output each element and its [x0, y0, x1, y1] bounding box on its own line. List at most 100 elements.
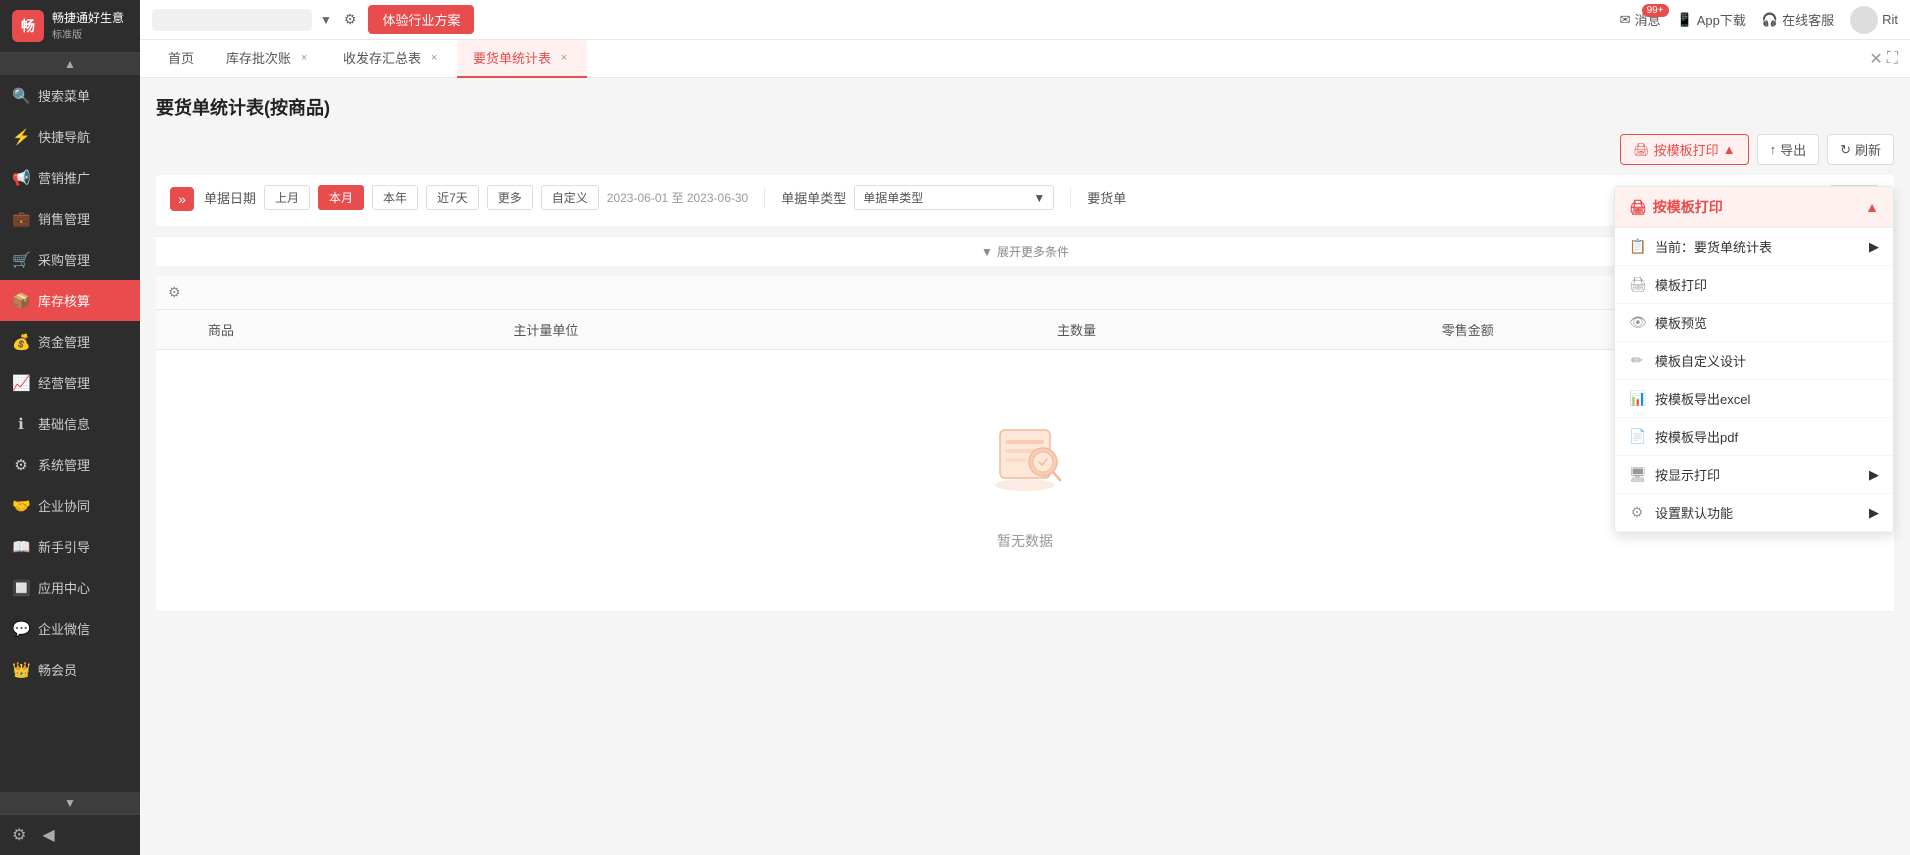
this-month-btn[interactable]: 本月: [318, 185, 364, 210]
sidebar-item-营销推广[interactable]: 📢营销推广: [0, 157, 140, 198]
sidebar-icon-8: ℹ: [12, 415, 30, 433]
collapse-icon[interactable]: ◀: [42, 825, 54, 845]
sidebar-item-企业协同[interactable]: 🤝企业协同: [0, 485, 140, 526]
col-checkbox: [156, 310, 196, 350]
tab-库存批次账[interactable]: 库存批次账×: [210, 40, 327, 78]
trial-button[interactable]: 体验行业方案: [368, 5, 474, 34]
current-arrow-icon: ▶: [1869, 239, 1879, 255]
sidebar-label-13: 企业微信: [38, 619, 90, 638]
type-filter-label: 单据单类型: [781, 188, 846, 207]
dropdown-current-item[interactable]: 📋 当前：要货单统计表 ▶: [1615, 228, 1893, 266]
sidebar-icon-5: 📦: [12, 292, 30, 310]
type-select-value: 单据单类型: [863, 189, 923, 206]
app-download-item[interactable]: 📱 App下载: [1677, 10, 1746, 29]
export-label: 导出: [1780, 140, 1806, 159]
expand-tabs-icon[interactable]: ⛶: [1887, 50, 1898, 68]
sidebar-label-4: 采购管理: [38, 250, 90, 269]
template-design-item[interactable]: ✏ 模板自定义设计: [1615, 342, 1893, 380]
refresh-button[interactable]: ↻ 刷新: [1827, 134, 1894, 165]
app-download-icon: 📱: [1677, 12, 1693, 28]
user-avatar[interactable]: Rit: [1850, 6, 1898, 34]
type-select[interactable]: 单据单类型 ▼: [854, 185, 1054, 210]
app-download-label: App下载: [1697, 10, 1746, 29]
dropdown-close-icon[interactable]: ▲: [1865, 199, 1879, 215]
sidebar-icon-2: 📢: [12, 169, 30, 187]
dropdown-title-left: 🖨 按模板打印: [1629, 197, 1723, 217]
tab-要货单统计表[interactable]: 要货单统计表 ×: [457, 40, 587, 78]
sidebar-label-9: 系统管理: [38, 455, 90, 474]
dropdown-header: 🖨 按模板打印 ▲: [1615, 187, 1893, 228]
display-print-icon: 🖥: [1629, 466, 1645, 483]
template-preview-item[interactable]: 👁 模板预览: [1615, 304, 1893, 342]
col-goods: 商品: [196, 310, 501, 350]
sidebar-label-6: 资金管理: [38, 332, 90, 351]
template-design-icon: ✏: [1629, 352, 1645, 369]
export-button[interactable]: ↑ 导出: [1757, 134, 1820, 165]
sidebar-item-资金管理[interactable]: 💰资金管理: [0, 321, 140, 362]
close-all-tabs-icon[interactable]: ✕: [1869, 49, 1882, 69]
scroll-up-btn[interactable]: ▲: [0, 53, 140, 75]
search-input[interactable]: [152, 9, 312, 31]
sidebar-item-库存核算[interactable]: 📦库存核算: [0, 280, 140, 321]
sidebar-icon-9: ⚙: [12, 456, 30, 474]
custom-date-btn[interactable]: 自定义: [541, 185, 599, 210]
last-7days-btn[interactable]: 近7天: [426, 185, 479, 210]
sidebar-icon-11: 📖: [12, 538, 30, 556]
sidebar-label-7: 经营管理: [38, 373, 90, 392]
sidebar-label-10: 企业协同: [38, 496, 90, 515]
sidebar-icon-1: ⚡: [12, 128, 30, 146]
export-pdf-item[interactable]: 📄 按模板导出pdf: [1615, 418, 1893, 456]
tab-close-2[interactable]: ×: [427, 51, 441, 65]
settings-icon[interactable]: ⚙: [12, 825, 26, 845]
empty-text: 暂无数据: [997, 531, 1053, 551]
more-date-btn[interactable]: 更多: [487, 185, 533, 210]
tab-收发存汇总表[interactable]: 收发存汇总表×: [327, 40, 457, 78]
sidebar-item-销售管理[interactable]: 💼销售管理: [0, 198, 140, 239]
sidebar-label-0: 搜索菜单: [38, 86, 90, 105]
current-template-label: 当前：要货单统计表: [1655, 237, 1772, 256]
sidebar-bottom: ⚙ ◀: [0, 814, 140, 855]
last-month-btn[interactable]: 上月: [264, 185, 310, 210]
table-settings-icon[interactable]: ⚙: [168, 284, 181, 301]
display-print-section[interactable]: 🖥 按显示打印 ▶: [1615, 456, 1893, 494]
dropdown-header-right: ▲: [1865, 199, 1879, 215]
tab-close-1[interactable]: ×: [297, 51, 311, 65]
scroll-down-btn[interactable]: ▼: [0, 792, 140, 814]
sidebar-item-搜索菜单[interactable]: 🔍搜索菜单: [0, 75, 140, 116]
topbar-gear-icon[interactable]: ⚙: [344, 11, 357, 28]
print-label: 按模板打印: [1654, 140, 1719, 159]
tab-首页[interactable]: 首页: [152, 40, 210, 78]
tab-close-3[interactable]: ×: [557, 51, 571, 65]
logo-text-block: 畅捷通好生意 标准版: [52, 11, 124, 42]
template-print-label: 模板打印: [1655, 275, 1707, 294]
display-print-left: 🖥 按显示打印: [1629, 465, 1720, 484]
sidebar-item-快捷导航[interactable]: ⚡快捷导航: [0, 116, 140, 157]
template-print-item[interactable]: 🖨 模板打印: [1615, 266, 1893, 304]
sidebar-item-经营管理[interactable]: 📈经营管理: [0, 362, 140, 403]
logo-icon: 畅: [12, 10, 44, 42]
sidebar-label-14: 畅会员: [38, 660, 77, 679]
default-setting-left: ⚙ 设置默认功能: [1629, 503, 1733, 522]
topbar-dropdown-icon[interactable]: ▼: [320, 13, 332, 27]
sidebar-label-8: 基础信息: [38, 414, 90, 433]
sidebar-item-新手引导[interactable]: 📖新手引导: [0, 526, 140, 567]
printer-menu-icon: 🖨: [1629, 199, 1647, 216]
default-setting-section[interactable]: ⚙ 设置默认功能 ▶: [1615, 494, 1893, 532]
this-year-btn[interactable]: 本年: [372, 185, 418, 210]
sidebar-item-系统管理[interactable]: ⚙ 系统管理: [0, 444, 140, 485]
app-version: 标准版: [52, 26, 124, 41]
username-label: Rit: [1882, 12, 1898, 27]
sidebar-item-畅会员[interactable]: 👑畅会员: [0, 649, 140, 690]
export-excel-item[interactable]: 📊 按模板导出excel: [1615, 380, 1893, 418]
sidebar-item-基础信息[interactable]: ℹ 基础信息: [0, 403, 140, 444]
print-button[interactable]: 🖨 按模板打印 ▲: [1620, 134, 1748, 165]
filter-expand-button[interactable]: »: [170, 187, 194, 211]
page-title: 要货单统计表(按商品): [156, 94, 1894, 120]
tab-label-3: 要货单统计表: [473, 48, 551, 67]
messages-item[interactable]: ✉ 消息 99+: [1620, 10, 1661, 29]
sidebar-item-企业微信[interactable]: 💬企业微信: [0, 608, 140, 649]
online-service-item[interactable]: 🎧 在线客服: [1762, 10, 1834, 29]
sidebar-item-应用中心[interactable]: 🔲应用中心: [0, 567, 140, 608]
sidebar-nav: 🔍搜索菜单⚡快捷导航📢营销推广💼销售管理🛒采购管理📦库存核算💰资金管理📈经营管理…: [0, 75, 140, 792]
sidebar-item-采购管理[interactable]: 🛒采购管理: [0, 239, 140, 280]
